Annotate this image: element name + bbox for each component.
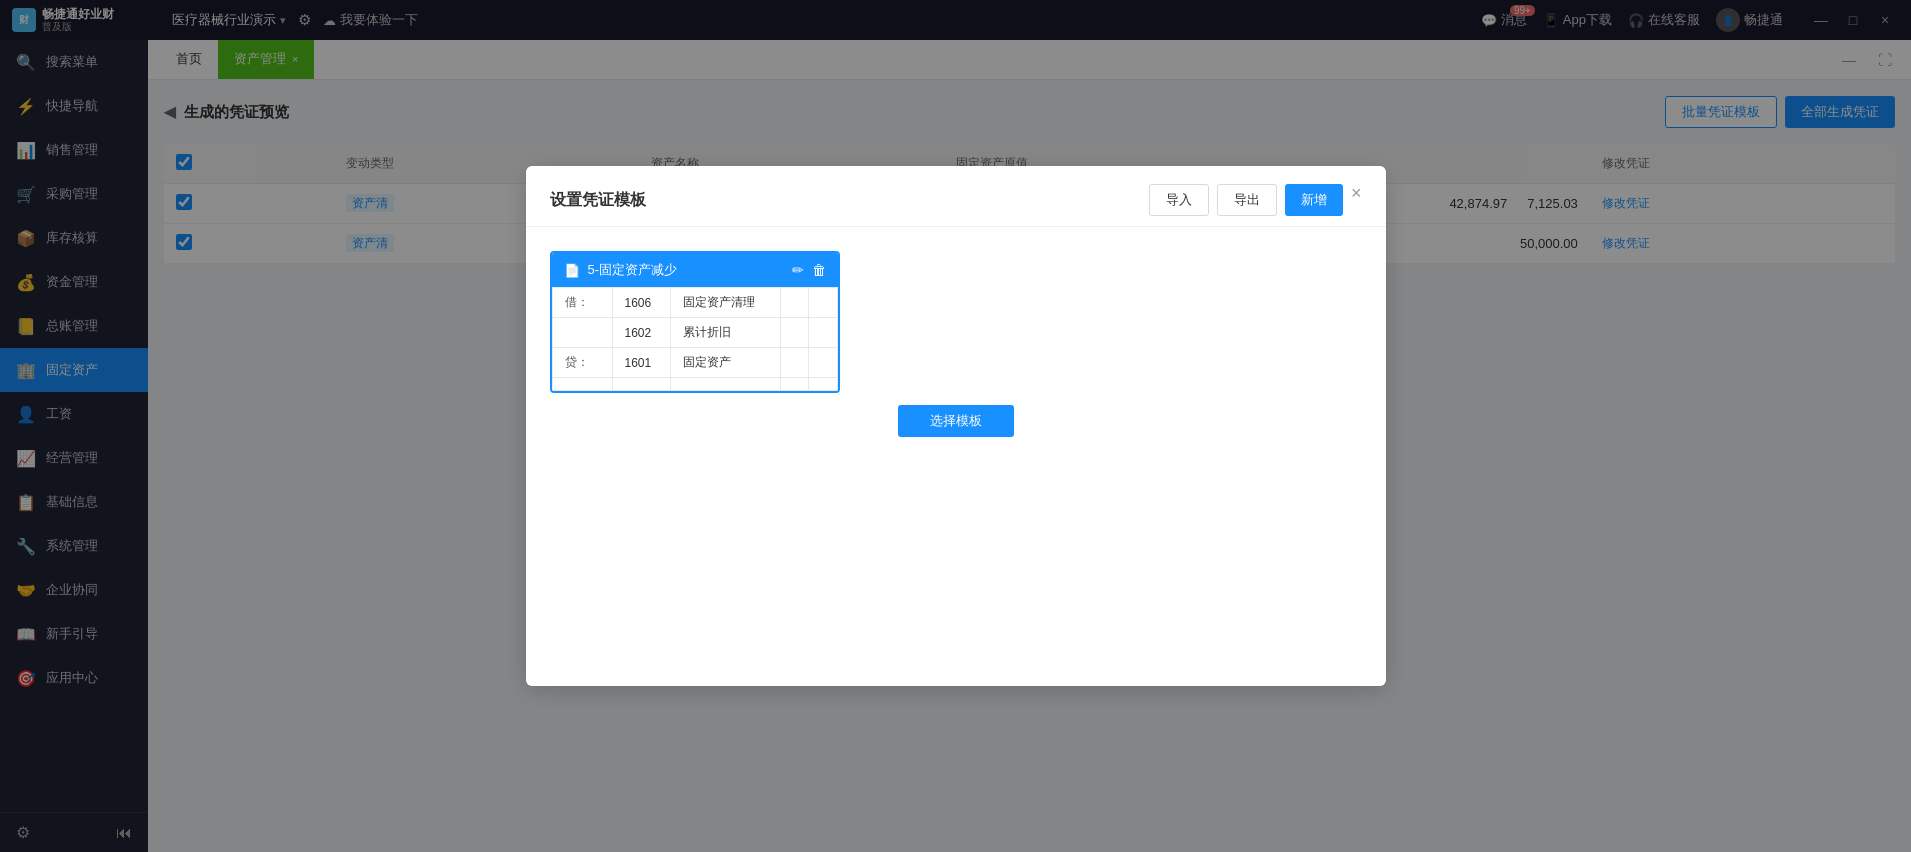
- import-button[interactable]: 导入: [1149, 184, 1209, 216]
- template-name: 5-固定资产减少: [588, 261, 678, 279]
- account-code-3: 1601: [612, 348, 671, 378]
- account-name-1: 固定资产清理: [671, 288, 781, 318]
- template-card-header-right: ✏ 🗑: [792, 262, 826, 278]
- modal-close-button[interactable]: ×: [1351, 184, 1362, 216]
- select-template-button[interactable]: 选择模板: [898, 405, 1014, 437]
- template-list: 📄 5-固定资产减少 ✏ 🗑 借： 1606 固定资产清理: [550, 251, 1362, 393]
- modal-title: 设置凭证模板: [550, 190, 646, 211]
- amount-cell-3: [780, 318, 808, 348]
- new-template-button[interactable]: 新增: [1285, 184, 1343, 216]
- template-table: 借： 1606 固定资产清理 1602 累计折旧: [552, 287, 838, 391]
- template-card: 📄 5-固定资产减少 ✏ 🗑 借： 1606 固定资产清理: [550, 251, 840, 393]
- export-button[interactable]: 导出: [1217, 184, 1277, 216]
- modal-header-actions: 导入 导出 新增 ×: [1149, 184, 1362, 216]
- amount-cell-1: [780, 288, 808, 318]
- template-debit-row-1: 借： 1606 固定资产清理: [552, 288, 837, 318]
- account-code-1: 1606: [612, 288, 671, 318]
- doc-icon: 📄: [564, 263, 580, 278]
- template-credit-row-1: 贷： 1601 固定资产: [552, 348, 837, 378]
- template-card-header: 📄 5-固定资产减少 ✏ 🗑: [552, 253, 838, 287]
- amount-cell-5: [780, 348, 808, 378]
- amount-cell-4: [809, 318, 837, 348]
- edit-icon[interactable]: ✏: [792, 262, 804, 278]
- account-name-3: 固定资产: [671, 348, 781, 378]
- account-code-2: 1602: [612, 318, 671, 348]
- template-card-header-left: 📄 5-固定资产减少: [564, 261, 678, 279]
- voucher-template-modal: 设置凭证模板 导入 导出 新增 × 📄 5-固定资产减少 ✏ 🗑: [526, 166, 1386, 686]
- template-debit-row-2: 1602 累计折旧: [552, 318, 837, 348]
- delete-icon[interactable]: 🗑: [812, 262, 826, 278]
- amount-cell-6: [809, 348, 837, 378]
- amount-cell-2: [809, 288, 837, 318]
- account-name-2: 累计折旧: [671, 318, 781, 348]
- template-card-body: 借： 1606 固定资产清理 1602 累计折旧: [552, 287, 838, 391]
- debit-label: 借：: [552, 288, 612, 318]
- modal-header: 设置凭证模板 导入 导出 新增 ×: [526, 166, 1386, 227]
- empty-label: [552, 318, 612, 348]
- template-empty-row: [552, 378, 837, 391]
- modal-body: 📄 5-固定资产减少 ✏ 🗑 借： 1606 固定资产清理: [526, 227, 1386, 686]
- credit-label: 贷：: [552, 348, 612, 378]
